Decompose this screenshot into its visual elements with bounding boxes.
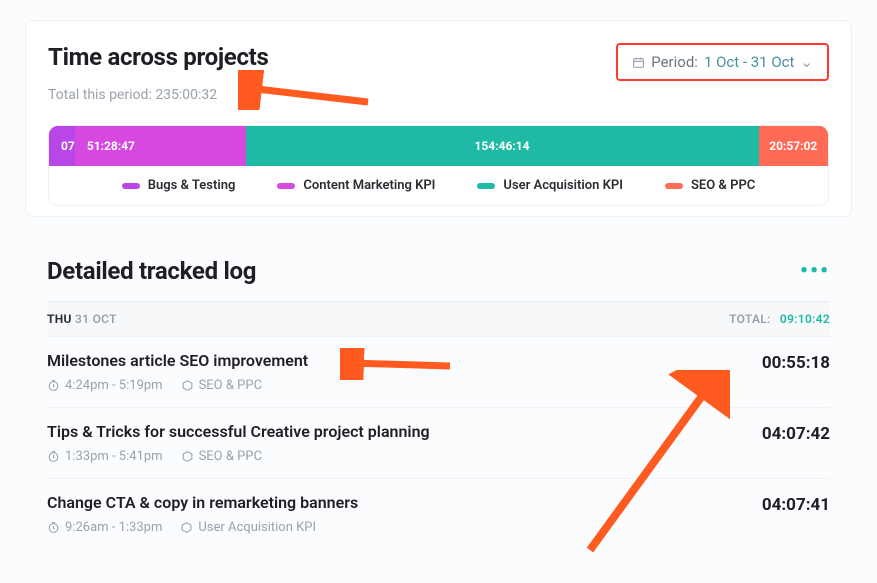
entry-project: SEO & PPC <box>181 378 262 393</box>
bar-segment[interactable]: 20:57:02 <box>759 126 828 166</box>
detailed-title: Detailed tracked log <box>47 257 256 285</box>
entry-project: SEO & PPC <box>181 449 262 464</box>
card-header: Time across projects Period: 1 Oct - 31 … <box>48 43 829 81</box>
entry-left: Tips & Tricks for successful Creative pr… <box>47 422 430 464</box>
legend-label: Content Marketing KPI <box>303 178 435 193</box>
legend-item[interactable]: Bugs & Testing <box>122 178 236 193</box>
bar-segment[interactable]: 154:46:14 <box>246 126 759 166</box>
day-header-row: THU 31 OCT TOTAL: 09:10:42 <box>47 301 830 337</box>
legend-swatch <box>665 183 683 189</box>
more-actions-button[interactable]: ••• <box>800 259 830 284</box>
entry-title: Tips & Tricks for successful Creative pr… <box>47 422 430 441</box>
total-subtitle: Total this period: 235:00:32 <box>48 87 829 103</box>
title-block: Time across projects <box>48 43 269 71</box>
log-entry[interactable]: Change CTA & copy in remarketing banners… <box>47 479 830 549</box>
legend-label: SEO & PPC <box>691 178 755 193</box>
period-label: Period: <box>651 53 698 71</box>
entry-duration: 04:07:41 <box>762 493 830 515</box>
entry-project: User Acquisition KPI <box>180 520 316 535</box>
log-entry[interactable]: Milestones article SEO improvement 4:24pm… <box>47 337 830 408</box>
legend-item[interactable]: User Acquisition KPI <box>477 178 623 193</box>
legend-item[interactable]: SEO & PPC <box>665 178 755 193</box>
legend-swatch <box>122 183 140 189</box>
entry-title: Change CTA & copy in remarketing banners <box>47 493 358 512</box>
log-entries-list: Milestones article SEO improvement 4:24pm… <box>47 337 830 549</box>
bar-segment[interactable]: 07:48:28 <box>49 126 75 166</box>
entry-duration: 00:55:18 <box>762 351 830 373</box>
entry-time-range: 1:33pm - 5:41pm <box>47 449 163 464</box>
chart-legend: Bugs & Testing Content Marketing KPI User … <box>49 166 828 205</box>
entry-meta: 1:33pm - 5:41pm SEO & PPC <box>47 449 430 464</box>
log-entry[interactable]: Tips & Tricks for successful Creative pr… <box>47 408 830 479</box>
legend-label: User Acquisition KPI <box>503 178 623 193</box>
entry-time-range: 9:26am - 1:33pm <box>47 520 162 535</box>
time-across-projects-card: Time across projects Period: 1 Oct - 31 … <box>25 20 852 217</box>
period-range: 1 Oct - 31 Oct <box>704 53 794 71</box>
detailed-log-section: Detailed tracked log ••• THU 31 OCT TOTA… <box>25 257 852 549</box>
page-title: Time across projects <box>48 43 269 71</box>
stacked-bar: 07:48:2851:28:47154:46:1420:57:02 <box>49 126 828 166</box>
legend-swatch <box>277 183 295 189</box>
entry-time-range: 4:24pm - 5:19pm <box>47 378 163 393</box>
entry-duration: 04:07:42 <box>762 422 830 444</box>
calendar-icon <box>632 56 645 69</box>
legend-item[interactable]: Content Marketing KPI <box>277 178 435 193</box>
bar-segment[interactable]: 51:28:47 <box>75 126 246 166</box>
entry-left: Milestones article SEO improvement 4:24pm… <box>47 351 308 393</box>
legend-swatch <box>477 183 495 189</box>
stacked-bar-container: 07:48:2851:28:47154:46:1420:57:02 Bugs &… <box>48 125 829 206</box>
period-selector[interactable]: Period: 1 Oct - 31 Oct ⌄ <box>616 43 829 81</box>
entry-title: Milestones article SEO improvement <box>47 351 308 370</box>
entry-meta: 9:26am - 1:33pm User Acquisition KPI <box>47 520 358 535</box>
day-date: THU 31 OCT <box>47 312 117 326</box>
entry-meta: 4:24pm - 5:19pm SEO & PPC <box>47 378 308 393</box>
legend-label: Bugs & Testing <box>148 178 236 193</box>
detailed-header: Detailed tracked log ••• <box>47 257 830 285</box>
chevron-down-icon: ⌄ <box>800 53 813 71</box>
entry-left: Change CTA & copy in remarketing banners… <box>47 493 358 535</box>
day-total: TOTAL: 09:10:42 <box>729 312 830 326</box>
